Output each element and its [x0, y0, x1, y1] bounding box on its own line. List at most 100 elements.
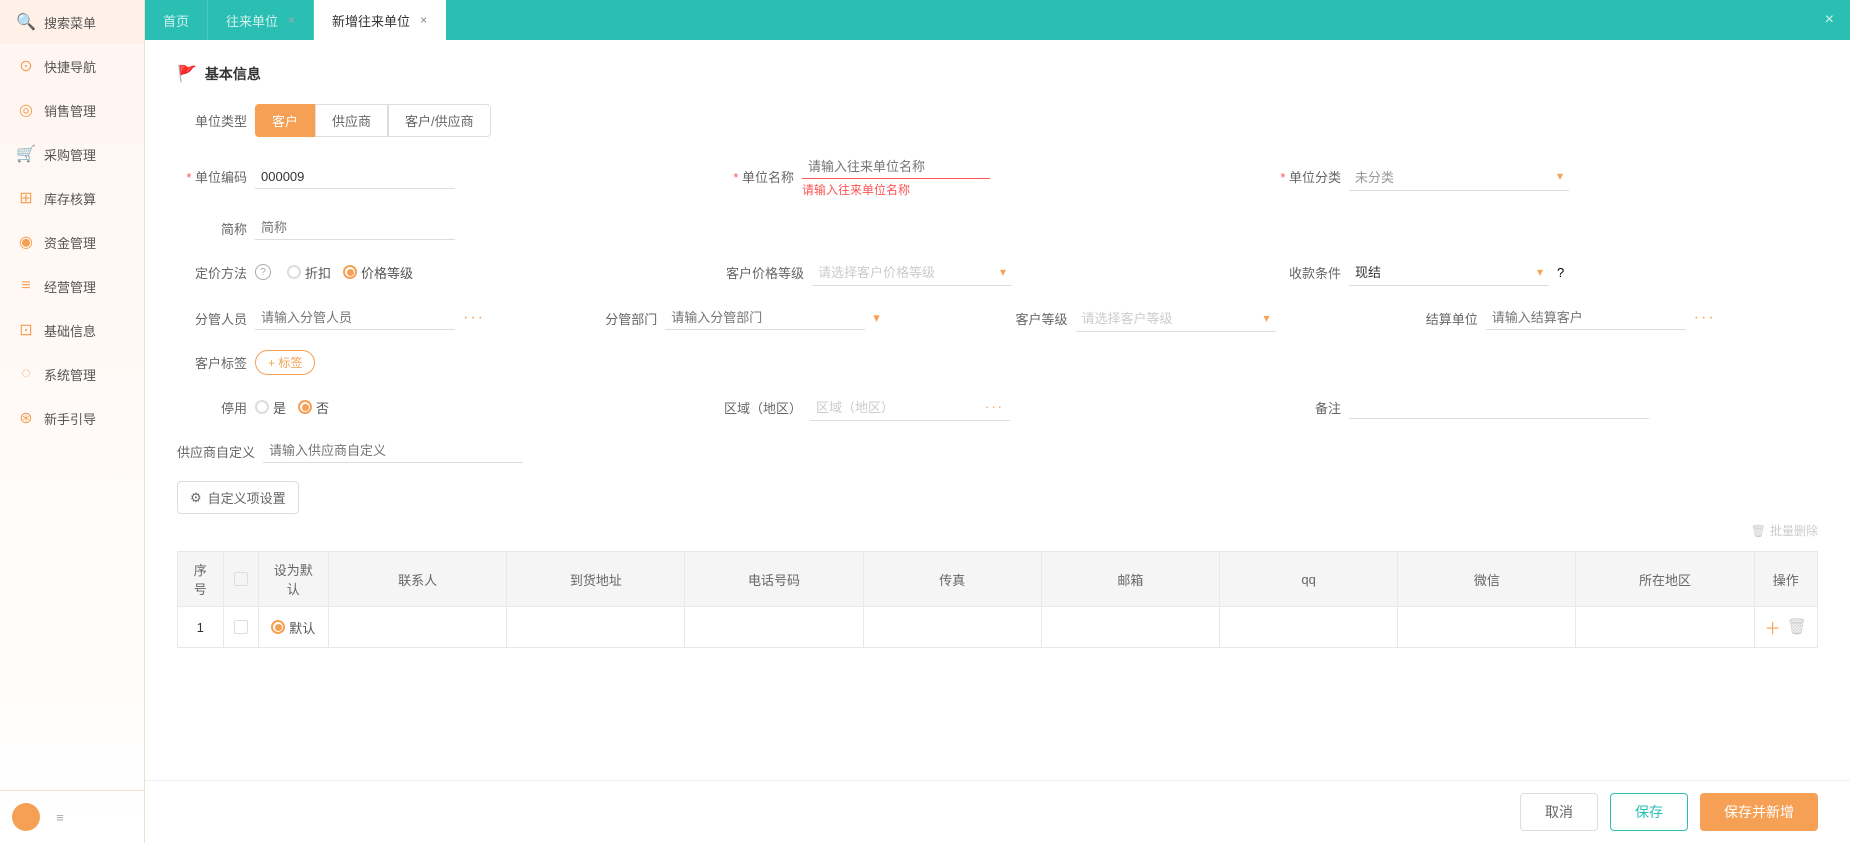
disable-no-radio[interactable]	[298, 400, 312, 414]
row-email[interactable]	[1041, 607, 1219, 648]
unit-name-input[interactable]	[802, 155, 990, 179]
menu-bars-icon[interactable]: ≡	[48, 805, 72, 829]
supplier-custom-label: 供应商自定义	[177, 442, 255, 461]
batch-delete-wrap: 🗑 批量删除	[177, 522, 1818, 539]
sidebar-item-search[interactable]: 🔍 搜索菜单	[0, 0, 144, 44]
row-wechat[interactable]	[1398, 607, 1576, 648]
disable-radio-group: 是 否	[255, 398, 329, 417]
disable-no-option[interactable]: 否	[298, 398, 329, 417]
cancel-button[interactable]: 取消	[1520, 793, 1598, 831]
payment-terms-help-icon[interactable]: ?	[1557, 265, 1564, 280]
row-phone[interactable]	[685, 607, 863, 648]
disable-yes-radio[interactable]	[255, 400, 269, 414]
row-default-radio[interactable]: 默认	[269, 618, 319, 637]
add-tag-button[interactable]: + 标签	[255, 350, 315, 375]
row-contact[interactable]	[329, 607, 507, 648]
address-input[interactable]	[517, 620, 674, 635]
supplier-custom-input[interactable]	[263, 439, 523, 463]
sidebar-item-inventory[interactable]: ⊞ 库存核算	[0, 176, 144, 220]
disable-yes-option[interactable]: 是	[255, 398, 286, 417]
remark-input[interactable]	[1349, 395, 1649, 419]
sidebar-item-guide[interactable]: ⊛ 新手引导	[0, 396, 144, 440]
tab-new-partner-label: 新增往来单位	[332, 11, 410, 30]
manager-input[interactable]	[255, 306, 455, 330]
sidebar-item-basic-info[interactable]: ⊡ 基础信息	[0, 308, 144, 352]
col-check	[223, 552, 258, 607]
unit-type-customer-btn[interactable]: 客户	[255, 104, 315, 137]
row-region-input[interactable]	[1586, 620, 1743, 635]
close-all-tabs-icon[interactable]: ×	[1825, 11, 1834, 29]
sidebar-item-sales[interactable]: ◎ 销售管理	[0, 88, 144, 132]
row-fax[interactable]	[863, 607, 1041, 648]
fax-input[interactable]	[874, 620, 1031, 635]
unit-code-field: 单位编码	[177, 165, 724, 189]
sidebar-item-operations[interactable]: ≡ 经营管理	[0, 264, 144, 308]
save-and-add-button[interactable]: 保存并新增	[1700, 793, 1818, 831]
help-icon[interactable]: ?	[255, 264, 271, 280]
chevron-down-icon: ▾	[1537, 265, 1543, 279]
region-input[interactable]: 区域（地区） ···	[810, 393, 1010, 421]
unit-type-both-btn[interactable]: 客户/供应商	[388, 104, 491, 137]
sidebar-item-system[interactable]: ◌ 系统管理	[0, 352, 144, 396]
tab-partners-label: 往来单位	[226, 11, 278, 30]
customer-level-select[interactable]: 请选择客户等级 ▾	[1076, 304, 1276, 332]
section-title-text: 基本信息	[205, 64, 261, 84]
tab-partners-close[interactable]: ×	[288, 13, 295, 27]
tab-home[interactable]: 首页	[145, 0, 208, 40]
unit-code-name-row: 单位编码 单位名称 请输入往来单位名称 单位分类 未分类 ▾	[177, 155, 1818, 198]
tab-partners[interactable]: 往来单位 ×	[208, 0, 314, 40]
settlement-unit-input[interactable]	[1486, 306, 1686, 330]
disable-no-label: 否	[316, 398, 329, 417]
unit-category-select[interactable]: 未分类 ▾	[1349, 163, 1569, 191]
customer-price-select[interactable]: 请选择客户价格等级 ▾	[812, 258, 1012, 286]
main-area: 首页 往来单位 × 新增往来单位 × × 🚩 基本信息 单位类型 客户 供应商 …	[145, 0, 1850, 843]
settlement-unit-label: 结算单位	[1408, 309, 1478, 328]
user-avatar[interactable]	[12, 803, 40, 831]
customer-tag-label: 客户标签	[177, 353, 247, 372]
default-radio[interactable]	[271, 620, 285, 634]
region-more-icon[interactable]: ···	[985, 399, 1004, 414]
email-input[interactable]	[1052, 620, 1209, 635]
department-input[interactable]	[665, 306, 865, 330]
customer-price-field: 客户价格等级 请选择客户价格等级 ▾	[724, 258, 1271, 286]
sidebar-item-label: 搜索菜单	[44, 13, 96, 32]
sidebar-item-label: 新手引导	[44, 409, 96, 428]
sidebar-item-purchase[interactable]: 🛒 采购管理	[0, 132, 144, 176]
region-placeholder: 区域（地区）	[816, 397, 894, 416]
row-checkbox[interactable]	[234, 620, 248, 634]
discount-radio[interactable]	[287, 265, 301, 279]
contact-input[interactable]	[339, 620, 496, 635]
operations-icon: ≡	[16, 276, 36, 296]
select-all-checkbox[interactable]	[234, 572, 248, 586]
tab-new-partner-close[interactable]: ×	[420, 13, 427, 27]
unit-type-field: 单位类型 客户 供应商 客户/供应商	[177, 104, 491, 137]
tab-new-partner[interactable]: 新增往来单位 ×	[314, 0, 446, 40]
sidebar-item-quick-nav[interactable]: ⊙ 快捷导航	[0, 44, 144, 88]
wechat-input[interactable]	[1408, 620, 1565, 635]
pricing-price-level-option[interactable]: 价格等级	[343, 263, 413, 282]
unit-type-supplier-btn[interactable]: 供应商	[315, 104, 388, 137]
save-button[interactable]: 保存	[1610, 793, 1688, 831]
payment-terms-select[interactable]: 现结 ▾	[1349, 258, 1549, 286]
unit-code-input[interactable]	[255, 165, 455, 189]
section-basic-info: 🚩 基本信息	[177, 64, 1818, 84]
price-level-radio[interactable]	[343, 265, 357, 279]
abbrev-input[interactable]	[255, 216, 455, 240]
custom-settings-button[interactable]: ⚙ 自定义项设置	[177, 481, 299, 514]
row-region[interactable]	[1576, 607, 1754, 648]
disable-region-row: 停用 是 否 区域（地区） 区域（地区） ···	[177, 393, 1818, 421]
batch-delete-label[interactable]: 批量删除	[1770, 522, 1818, 539]
phone-input[interactable]	[695, 620, 852, 635]
manager-more-icon[interactable]: ···	[463, 309, 485, 327]
delete-row-button[interactable]: 🗑	[1787, 617, 1807, 637]
qq-input[interactable]	[1230, 620, 1387, 635]
basic-info-icon: ⊡	[16, 320, 36, 340]
pricing-method-label: 定价方法	[177, 263, 247, 282]
add-row-button[interactable]: ＋	[1765, 615, 1781, 639]
customer-level-placeholder: 请选择客户等级	[1082, 308, 1173, 327]
row-address[interactable]	[507, 607, 685, 648]
sidebar-item-finance[interactable]: ◉ 资金管理	[0, 220, 144, 264]
settlement-more-icon[interactable]: ···	[1694, 309, 1716, 327]
row-qq[interactable]	[1219, 607, 1397, 648]
pricing-discount-option[interactable]: 折扣	[287, 263, 331, 282]
